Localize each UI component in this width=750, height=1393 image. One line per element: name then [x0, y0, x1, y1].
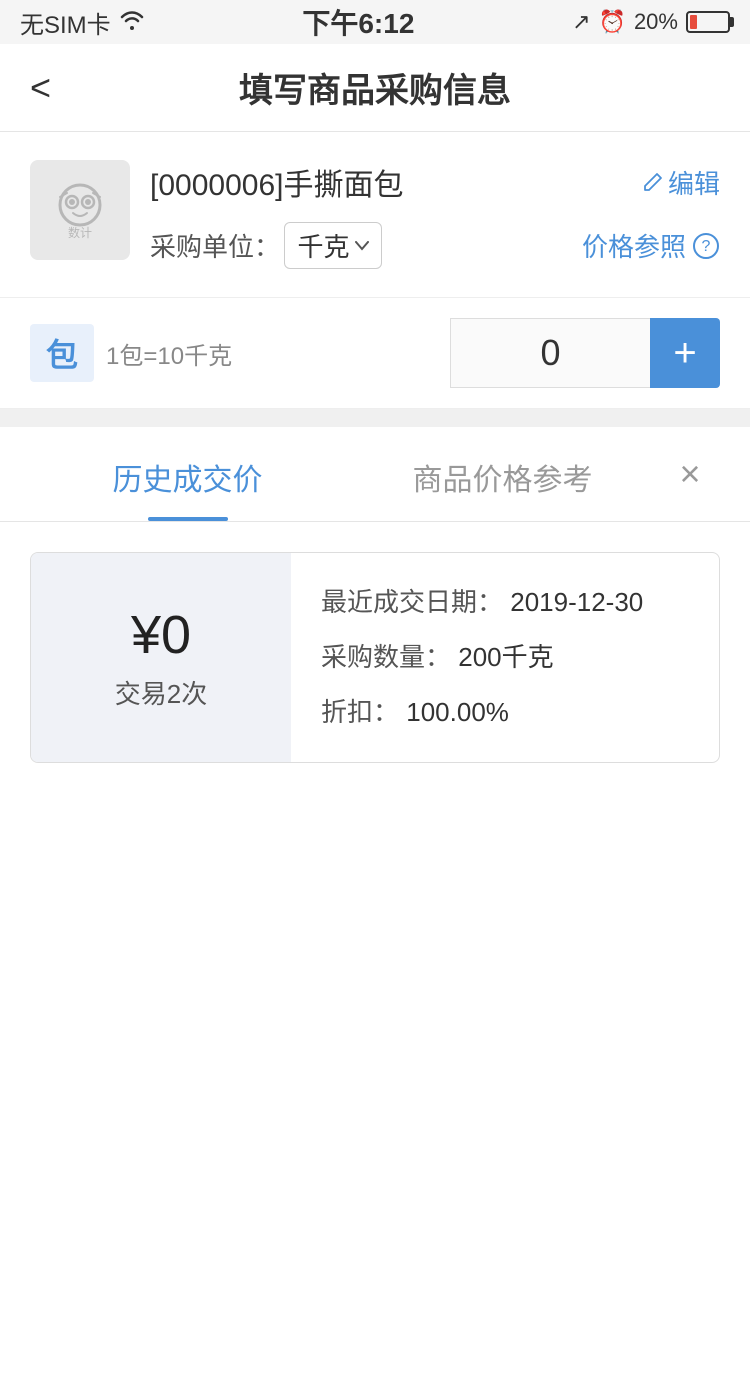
quantity-row-detail: 采购数量： 200千克	[321, 638, 689, 677]
qty-plus-button[interactable]: +	[650, 318, 720, 388]
discount-row: 折扣： 100.00%	[321, 693, 689, 732]
tab-product-price-ref[interactable]: 商品价格参考	[345, 427, 660, 521]
page-title: 填写商品采购信息	[239, 63, 511, 112]
svg-text:?: ?	[702, 238, 711, 255]
product-info: [0000006]手撕面包 编辑 采购单位： 千克 价格参照	[150, 160, 720, 269]
price-card-right: 最近成交日期： 2019-12-30 采购数量： 200千克 折扣： 100.0…	[291, 553, 719, 762]
price-transactions: 交易2次	[115, 674, 207, 711]
carrier-text: 无SIM卡	[20, 5, 111, 40]
unit-label: 采购单位：	[150, 232, 280, 262]
discount-label: 折扣：	[321, 697, 399, 727]
status-time: 下午6:12	[302, 2, 414, 42]
quantity-row: 包 1包=10千克 +	[0, 298, 750, 409]
status-bar: 无SIM卡 下午6:12 ↗ ⏰ 20%	[0, 0, 750, 44]
product-name-row: [0000006]手撕面包 编辑	[150, 160, 720, 204]
qty-unit-box: 包	[30, 324, 94, 382]
bottom-area	[0, 793, 750, 1393]
tab-close-button[interactable]: ×	[660, 444, 720, 504]
back-button[interactable]: <	[30, 67, 51, 109]
qty-conversion: 1包=10千克	[106, 336, 232, 371]
battery-icon	[686, 11, 730, 33]
price-ref-button[interactable]: 价格参照 ?	[582, 227, 720, 264]
price-card-left: ¥0 交易2次	[31, 553, 291, 762]
tab-bar: 历史成交价 商品价格参考 ×	[0, 427, 750, 522]
price-display: ¥0	[131, 604, 191, 666]
quantity-label: 采购数量：	[321, 642, 451, 672]
recent-date-row: 最近成交日期： 2019-12-30	[321, 583, 689, 622]
recent-date-value: 2019-12-30	[510, 587, 643, 617]
wifi-icon	[119, 8, 145, 37]
discount-value: 100.00%	[406, 697, 509, 727]
price-card: ¥0 交易2次 最近成交日期： 2019-12-30 采购数量： 200千克 折…	[30, 552, 720, 763]
recent-date-label: 最近成交日期：	[321, 587, 503, 617]
unit-label-area: 采购单位： 千克	[150, 222, 382, 269]
qty-input[interactable]	[450, 318, 650, 388]
qty-input-area: +	[450, 318, 720, 388]
product-card: 数计 [0000006]手撕面包 编辑 采购单位： 千克	[0, 132, 750, 298]
battery-percent: 20%	[634, 9, 678, 35]
qty-unit-info: 包 1包=10千克	[30, 324, 232, 382]
unit-row: 采购单位： 千克 价格参照 ?	[150, 222, 720, 269]
tab-history-price[interactable]: 历史成交价	[30, 427, 345, 521]
alarm-icon: ⏰	[599, 9, 626, 35]
location-icon: ↗	[572, 9, 590, 35]
status-right: ↗ ⏰ 20%	[572, 9, 730, 35]
product-thumbnail: 数计	[30, 160, 130, 260]
product-name: [0000006]手撕面包	[150, 160, 403, 204]
edit-button[interactable]: 编辑	[642, 164, 720, 201]
quantity-value: 200千克	[458, 642, 553, 672]
section-divider	[0, 409, 750, 427]
status-left: 无SIM卡	[20, 5, 145, 40]
svg-text:数计: 数计	[68, 225, 92, 240]
unit-select[interactable]: 千克	[284, 222, 382, 269]
nav-bar: < 填写商品采购信息	[0, 44, 750, 132]
price-card-container: ¥0 交易2次 最近成交日期： 2019-12-30 采购数量： 200千克 折…	[0, 522, 750, 793]
